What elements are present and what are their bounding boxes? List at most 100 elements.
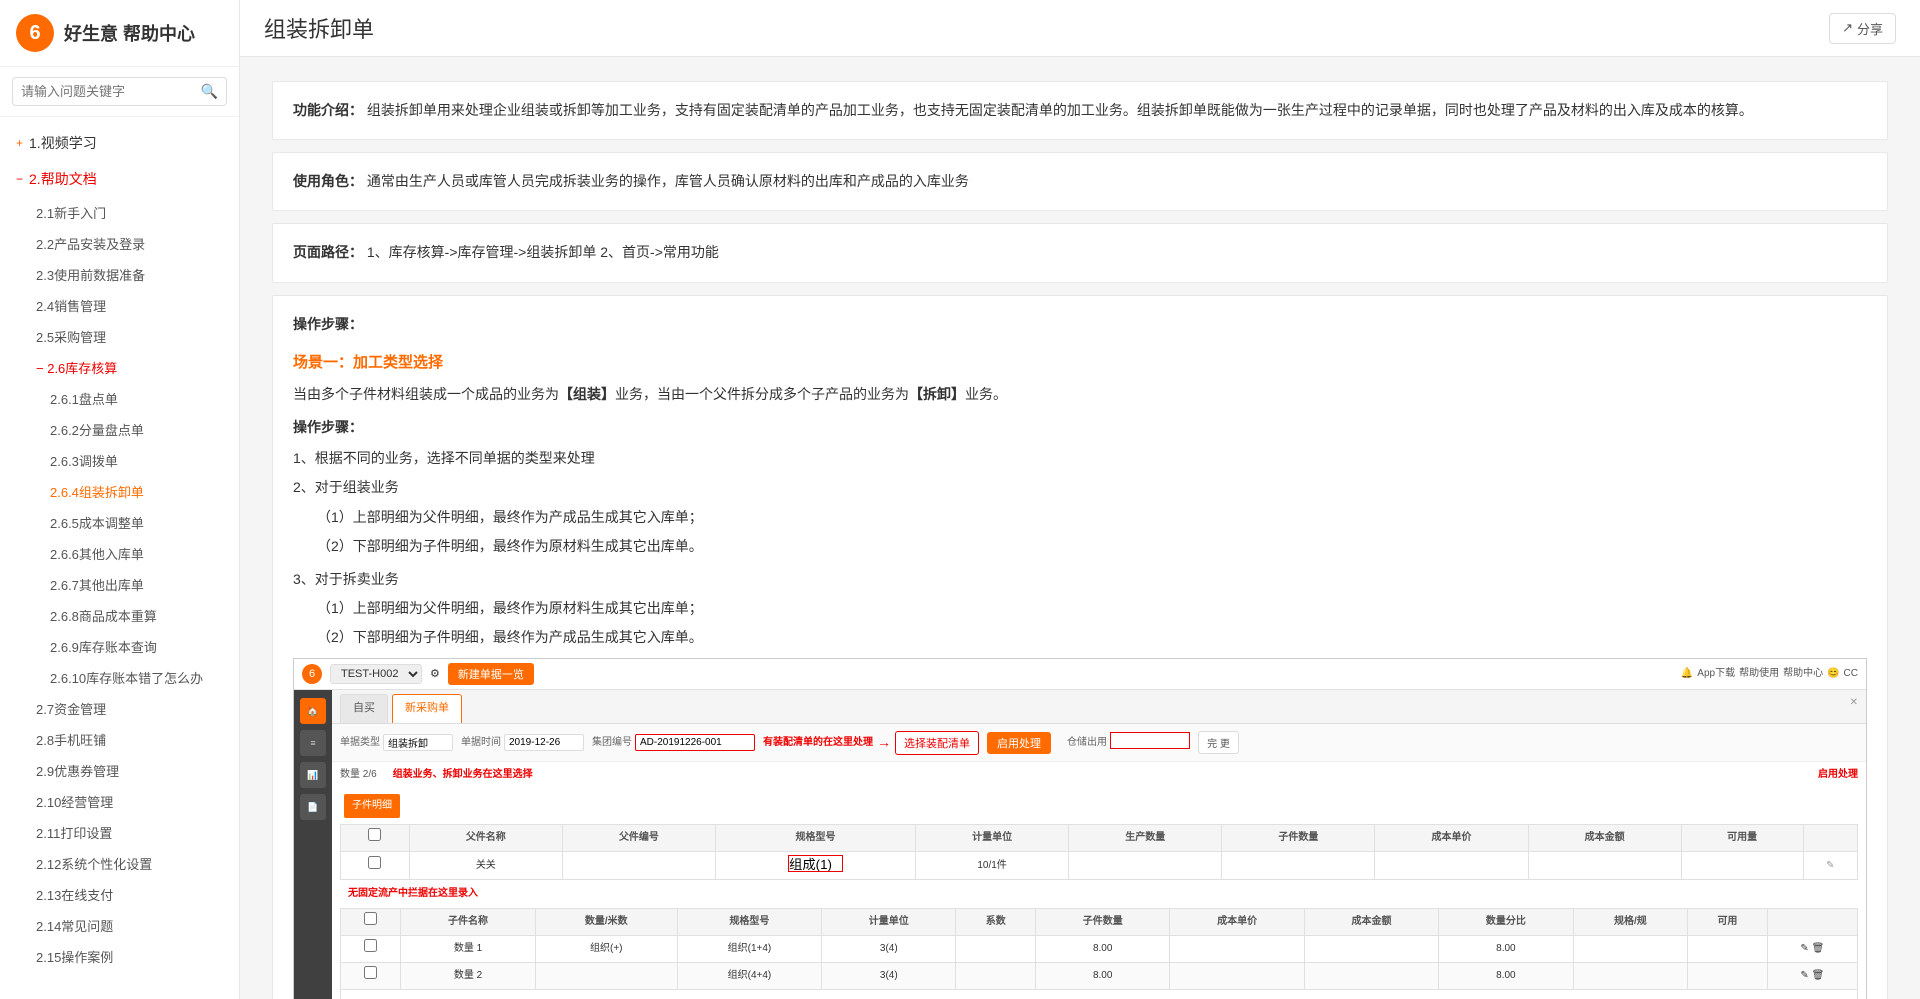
nav-sub-29[interactable]: 2.9优惠券管理 [0, 755, 239, 786]
nav-sub-213[interactable]: 2.13在线支付 [0, 879, 239, 910]
nav-sub-23[interactable]: 2.3使用前数据准备 [0, 259, 239, 290]
child-delete-icon-1[interactable]: 🗑 [1812, 943, 1825, 954]
doc-icon[interactable]: 📄 [300, 794, 326, 820]
nav-sub-22[interactable]: 2.2产品安装及登录 [0, 228, 239, 259]
nav-sub-269[interactable]: 2.6.9库存账本查询 [0, 631, 239, 662]
child-unit-1: 3(4) [822, 936, 956, 963]
col-spec: 规格型号 [716, 825, 916, 852]
nav-section-2: − 2.帮助文档 2.1新手入门 2.2产品安装及登录 2.3使用前数据准备 2… [0, 161, 239, 972]
child-edit-icon-1[interactable]: ✎ [1800, 943, 1808, 954]
child-edit-icon-2[interactable]: ✎ [1800, 970, 1808, 981]
child-col-name: 子件名称 [401, 909, 535, 936]
app-tab-home[interactable]: 自买 [340, 694, 388, 723]
child-select-all[interactable] [364, 912, 377, 925]
nav-sub-2610[interactable]: 2.6.10库存账本错了怎么办 [0, 662, 239, 693]
feature-intro-text: 组装拆卸单用来处理企业组装或拆卸等加工业务，支持有固定装配清单的产品加工业务，也… [367, 102, 1753, 118]
nav-sub-262[interactable]: 2.6.2分量盘点单 [0, 414, 239, 445]
nav-sub-210[interactable]: 2.10经营管理 [0, 786, 239, 817]
child-col-cost-price: 成本单价 [1170, 909, 1304, 936]
scene1-desc: 当由多个子件材料组装成一个成品的业务为【组装】业务，当由一个父件拆分成多个子产品… [293, 382, 1867, 407]
nav-sub-25[interactable]: 2.5采购管理 [0, 321, 239, 352]
app-tab-purchase[interactable]: 新采购单 [392, 694, 462, 723]
child-name-1[interactable]: 数量 1 [401, 936, 535, 963]
parent-cost-amount-cell [1528, 852, 1681, 880]
nav-list: + 1.视频学习 − 2.帮助文档 2.1新手入门 2.2产品安装及登录 2.3… [0, 117, 239, 999]
nav-sub-215[interactable]: 2.15操作案例 [0, 941, 239, 972]
child-delete-icon-2[interactable]: 🗑 [1812, 970, 1825, 981]
company-selector[interactable]: TEST-H002 [330, 664, 422, 684]
nav-sub-24[interactable]: 2.4销售管理 [0, 290, 239, 321]
child-col-qty-ratio: 数量分比 [1439, 909, 1573, 936]
parent-name-cell[interactable]: 关关 [409, 852, 562, 880]
field-group-input[interactable] [635, 734, 755, 751]
confirm-btn[interactable]: 完 更 [1198, 731, 1239, 754]
chart-icon[interactable]: 📊 [300, 762, 326, 788]
path-intro-section: 页面路径： 1、库存核算->库存管理->组装拆卸单 2、首页->常用功能 [272, 223, 1888, 282]
child-coeff-1 [956, 936, 1036, 963]
nav-sub-214[interactable]: 2.14常见问题 [0, 910, 239, 941]
sidebar-item-video[interactable]: + 1.视频学习 [0, 125, 239, 161]
select-bom-btn[interactable]: 选择装配清单 [895, 731, 979, 755]
nav-sub-267[interactable]: 2.6.7其他出库单 [0, 569, 239, 600]
field-date-input[interactable] [504, 734, 584, 751]
nav-sub-263[interactable]: 2.6.3调拨单 [0, 445, 239, 476]
child-row-checkbox-2[interactable] [364, 966, 377, 979]
sidebar-item-help-docs[interactable]: − 2.帮助文档 [0, 161, 239, 197]
nav-sub-28[interactable]: 2.8手机旺铺 [0, 724, 239, 755]
help-use-link[interactable]: 帮助使用 [1739, 665, 1779, 683]
edit-icon[interactable]: ✎ [1826, 860, 1834, 871]
select-all-checkbox[interactable] [368, 828, 381, 841]
child-col-coeff: 系数 [956, 909, 1036, 936]
nav-sub-264[interactable]: 2.6.4组装拆卸单 [0, 476, 239, 507]
col-action [1803, 825, 1857, 852]
annotation-group-1: 有装配清单的在这里处理 → 选择装配清单 启用处理 [763, 730, 1051, 755]
share-button[interactable]: ↗ 分享 [1829, 13, 1896, 44]
child-available-1 [1688, 936, 1768, 963]
steps-section: 操作步骤： 场景一：加工类型选择 当由多个子件材料组装成一个成品的业务为【组装】… [272, 295, 1888, 999]
child-child-qty-2: 8.00 [1036, 963, 1170, 990]
search-box[interactable]: 🔍 [12, 77, 227, 106]
content-area: 功能介绍： 组装拆卸单用来处理企业组装或拆卸等加工业务，支持有固定装配清单的产品… [240, 57, 1920, 999]
annotation-text-1: 有装配清单的在这里处理 [763, 734, 873, 752]
step-3-2: （2）下部明细为子件明细，最终作为产成品生成其它入库单。 [293, 625, 1867, 650]
nav-sub-27[interactable]: 2.7资金管理 [0, 693, 239, 724]
nav-sub-212[interactable]: 2.12系统个性化设置 [0, 848, 239, 879]
step-1: 1、根据不同的业务，选择不同单据的类型来处理 [293, 446, 1867, 471]
step-3-1: （1）上部明细为父件明细，最终作为原材料生成其它出库单； [293, 596, 1867, 621]
field-warehouse-input[interactable] [1110, 732, 1190, 749]
home-icon[interactable]: 🏠 [300, 698, 326, 724]
help-center-link[interactable]: 帮助中心 [1783, 665, 1823, 683]
child-spec2-1 [1573, 936, 1688, 963]
logo-icon: 6 [16, 14, 54, 52]
row-checkbox[interactable] [368, 856, 381, 869]
list-icon[interactable]: ≡ [300, 730, 326, 756]
field-date: 单据时间 [461, 734, 584, 752]
path-intro-label: 页面路径： [293, 244, 363, 260]
nav-sub-261[interactable]: 2.6.1盘点单 [0, 383, 239, 414]
child-row-checkbox-1[interactable] [364, 939, 377, 952]
enable-process-btn[interactable]: 启用处理 [987, 732, 1051, 754]
new-document-btn[interactable]: 新建单据一览 [448, 663, 534, 685]
parent-spec-input[interactable] [788, 855, 843, 872]
col-parent-name: 父件名称 [409, 825, 562, 852]
nav-sub-26[interactable]: − 2.6库存核算 [0, 352, 239, 383]
child-col-available: 可用 [1688, 909, 1768, 936]
step-3: 3、对于拆卖业务 [293, 567, 1867, 592]
nav-sub-265[interactable]: 2.6.5成本调整单 [0, 507, 239, 538]
child-col-checkbox [341, 909, 401, 936]
child-name-2[interactable]: 数量 2 [401, 963, 535, 990]
search-icon[interactable]: 🔍 [201, 83, 218, 100]
nav-sub-211[interactable]: 2.11打印设置 [0, 817, 239, 848]
close-tab-icon[interactable]: ✕ [1850, 694, 1858, 723]
nav-sub-266[interactable]: 2.6.6其他入库单 [0, 538, 239, 569]
nav-sub-21[interactable]: 2.1新手入门 [0, 197, 239, 228]
scene1-title: 场景一：加工类型选择 [293, 349, 1867, 376]
nav-sub-268[interactable]: 2.6.8商品成本重算 [0, 600, 239, 631]
child-unit-2: 3(4) [822, 963, 956, 990]
search-input[interactable] [21, 84, 201, 99]
annotation-2-group: 启用处理 [1818, 766, 1858, 784]
field-type-input[interactable] [383, 734, 453, 751]
child-child-qty-1: 8.00 [1036, 936, 1170, 963]
app-download-link[interactable]: App下载 [1697, 665, 1735, 683]
bell-icon: 🔔 [1681, 665, 1693, 683]
